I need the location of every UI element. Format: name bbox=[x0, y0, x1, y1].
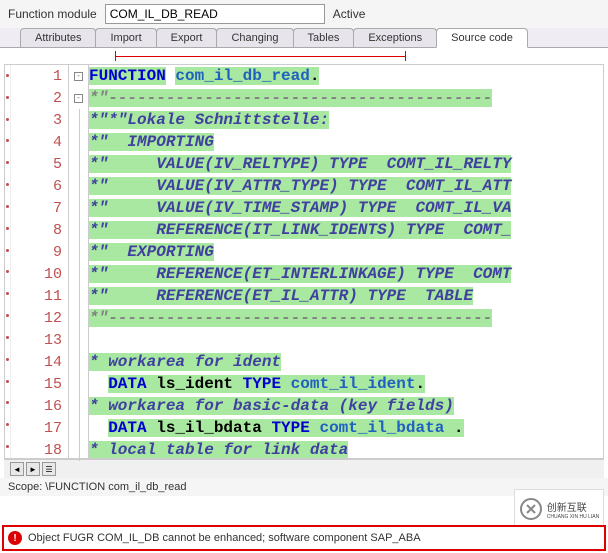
line-number: 5 bbox=[11, 153, 68, 175]
fold-cell[interactable] bbox=[69, 351, 88, 373]
code-line[interactable]: *"--------------------------------------… bbox=[89, 307, 603, 329]
tab-attributes[interactable]: Attributes bbox=[20, 28, 96, 47]
code-line[interactable]: * local table for link data bbox=[89, 439, 603, 458]
tab-import[interactable]: Import bbox=[95, 28, 156, 47]
tab-export[interactable]: Export bbox=[156, 28, 218, 47]
line-number-gutter: 123456789101112131415161718 bbox=[11, 65, 69, 458]
tabs-row: AttributesImportExportChangingTablesExce… bbox=[0, 28, 608, 48]
fold-column[interactable]: -- bbox=[69, 65, 89, 458]
fold-cell[interactable] bbox=[69, 285, 88, 307]
fold-cell[interactable]: - bbox=[69, 65, 88, 87]
tab-exceptions[interactable]: Exceptions bbox=[353, 28, 437, 47]
line-number: 18 bbox=[11, 439, 68, 461]
fold-cell[interactable] bbox=[69, 263, 88, 285]
fold-cell[interactable] bbox=[69, 373, 88, 395]
code-line[interactable]: *" REFERENCE(ET_IL_ATTR) TYPE TABLE bbox=[89, 285, 603, 307]
code-line[interactable]: *" REFERENCE(ET_INTERLINKAGE) TYPE COMT bbox=[89, 263, 603, 285]
fold-cell[interactable] bbox=[69, 307, 88, 329]
line-number: 1 bbox=[11, 65, 68, 87]
fold-cell[interactable] bbox=[69, 197, 88, 219]
tab-source-code[interactable]: Source code bbox=[436, 28, 528, 48]
line-number: 10 bbox=[11, 263, 68, 285]
message-bar: ! Object FUGR COM_IL_DB cannot be enhanc… bbox=[2, 525, 606, 551]
nav-list-button[interactable]: ☰ bbox=[42, 462, 56, 476]
line-number: 4 bbox=[11, 131, 68, 153]
code-line[interactable] bbox=[89, 329, 603, 351]
code-line[interactable]: *" VALUE(IV_ATTR_TYPE) TYPE COMT_IL_ATT bbox=[89, 175, 603, 197]
fold-cell[interactable]: - bbox=[69, 87, 88, 109]
line-number: 8 bbox=[11, 219, 68, 241]
fold-cell[interactable] bbox=[69, 109, 88, 131]
code-line[interactable]: *"*"Lokale Schnittstelle: bbox=[89, 109, 603, 131]
fold-cell[interactable] bbox=[69, 417, 88, 439]
tab-tables[interactable]: Tables bbox=[293, 28, 355, 47]
line-number: 6 bbox=[11, 175, 68, 197]
code-line[interactable]: DATA ls_ident TYPE comt_il_ident. bbox=[89, 373, 603, 395]
code-content[interactable]: FUNCTION com_il_db_read.*"--------------… bbox=[89, 65, 603, 458]
fold-cell[interactable] bbox=[69, 395, 88, 417]
line-number: 9 bbox=[11, 241, 68, 263]
code-line[interactable]: *" REFERENCE(IT_LINK_IDENTS) TYPE COMT_ bbox=[89, 219, 603, 241]
line-number: 13 bbox=[11, 329, 68, 351]
error-icon: ! bbox=[8, 531, 22, 545]
line-number: 11 bbox=[11, 285, 68, 307]
editor-bottom-controls: ◄ ► ☰ bbox=[4, 459, 604, 478]
status-label: Active bbox=[333, 7, 366, 21]
line-number: 7 bbox=[11, 197, 68, 219]
fold-cell[interactable] bbox=[69, 219, 88, 241]
line-number: 17 bbox=[11, 417, 68, 439]
function-module-label: Function module bbox=[8, 7, 97, 21]
watermark-logo: 创新互联 CHUANG XIN HU LIAN bbox=[514, 489, 604, 529]
ruler-bar bbox=[0, 48, 608, 64]
header-row: Function module Active bbox=[0, 0, 608, 28]
line-number: 14 bbox=[11, 351, 68, 373]
code-line[interactable]: *" IMPORTING bbox=[89, 131, 603, 153]
code-line[interactable]: FUNCTION com_il_db_read. bbox=[89, 65, 603, 87]
code-line[interactable]: * workarea for ident bbox=[89, 351, 603, 373]
code-line[interactable]: * workarea for basic-data (key fields) bbox=[89, 395, 603, 417]
message-text: Object FUGR COM_IL_DB cannot be enhanced… bbox=[28, 532, 600, 544]
code-line[interactable]: *" EXPORTING bbox=[89, 241, 603, 263]
code-editor[interactable]: 123456789101112131415161718 -- FUNCTION … bbox=[4, 64, 604, 459]
line-number: 15 bbox=[11, 373, 68, 395]
fold-cell[interactable] bbox=[69, 439, 88, 461]
line-number: 3 bbox=[11, 109, 68, 131]
line-number: 2 bbox=[11, 87, 68, 109]
line-number: 16 bbox=[11, 395, 68, 417]
tab-changing[interactable]: Changing bbox=[216, 28, 293, 47]
code-line[interactable]: *" VALUE(IV_TIME_STAMP) TYPE COMT_IL_VA bbox=[89, 197, 603, 219]
fold-minus-icon[interactable]: - bbox=[74, 94, 83, 103]
fold-cell[interactable] bbox=[69, 153, 88, 175]
nav-prev-button[interactable]: ◄ bbox=[10, 462, 24, 476]
fold-minus-icon[interactable]: - bbox=[74, 72, 83, 81]
code-line[interactable]: DATA ls_il_bdata TYPE comt_il_bdata . bbox=[89, 417, 603, 439]
line-number: 12 bbox=[11, 307, 68, 329]
code-line[interactable]: *"--------------------------------------… bbox=[89, 87, 603, 109]
nav-next-button[interactable]: ► bbox=[26, 462, 40, 476]
fold-cell[interactable] bbox=[69, 131, 88, 153]
fold-cell[interactable] bbox=[69, 175, 88, 197]
code-line[interactable]: *" VALUE(IV_RELTYPE) TYPE COMT_IL_RELTY bbox=[89, 153, 603, 175]
function-module-input[interactable] bbox=[105, 4, 325, 24]
fold-cell[interactable] bbox=[69, 329, 88, 351]
fold-cell[interactable] bbox=[69, 241, 88, 263]
